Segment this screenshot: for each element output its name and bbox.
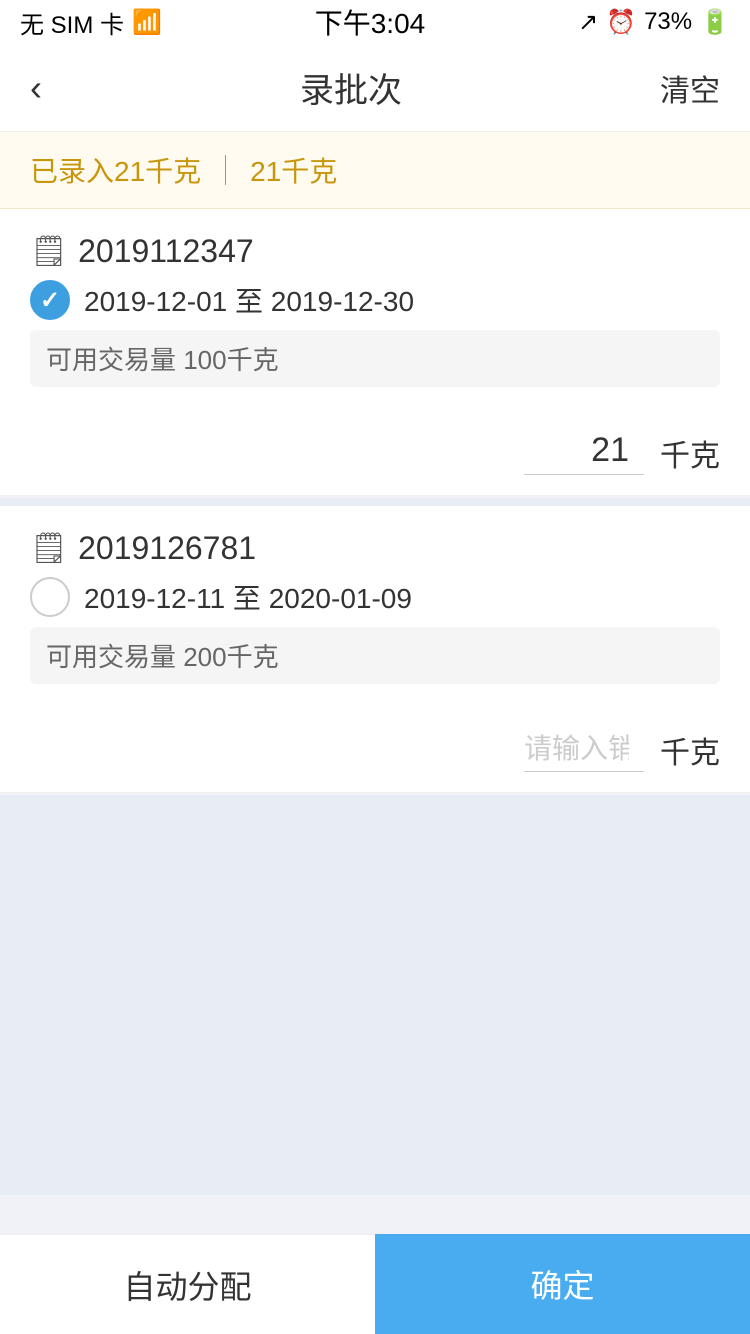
radio-btn-2[interactable] [30,577,70,617]
batch-id-row-1: 🗒 2019112347 [30,233,720,270]
alarm-icon: ⏰ [606,8,636,37]
signal-text: 无 SIM 卡 [20,5,124,40]
batch-date-row-2[interactable]: 2019-12-11 至 2020-01-09 [30,577,720,617]
batch-avail-row-2: 可用交易量 200千克 [30,627,720,684]
batch-date-row-1[interactable]: 2019-12-01 至 2019-12-30 [30,280,720,320]
wifi-icon: 📶 [132,8,162,37]
battery-percent: 73% [644,8,692,36]
batch-date-text-2: 2019-12-11 至 2020-01-09 [84,577,412,617]
quantity-input-2[interactable] [524,728,644,767]
quantity-underline-1 [524,431,644,475]
summary-divider [225,155,226,185]
batch-doc-icon-1: 🗒 [30,234,68,269]
status-bar: 无 SIM 卡 📶 下午3:04 ↗ ⏰ 73% 🔋 [0,0,750,44]
status-right: ↗ ⏰ 73% 🔋 [578,8,730,37]
batch-id-text-1: 2019112347 [78,233,254,270]
quantity-row-1: 千克 [0,411,750,496]
clear-button[interactable]: 清空 [660,66,720,110]
page-title: 录批次 [300,63,402,112]
nav-bar: ‹ 录批次 清空 [0,44,750,132]
battery-icon: 🔋 [700,8,730,37]
batch-doc-icon-2: 🗒 [30,531,68,566]
status-left: 无 SIM 卡 📶 [20,5,162,40]
radio-btn-1[interactable] [30,280,70,320]
batch-card-2: 🗒 2019126781 2019-12-11 至 2020-01-09 可用交… [0,506,750,793]
confirm-button[interactable]: 确定 [375,1234,750,1334]
batch-card-1: 🗒 2019112347 2019-12-01 至 2019-12-30 可用交… [0,209,750,496]
quantity-unit-2: 千克 [660,728,720,772]
status-time: 下午3:04 [315,2,426,42]
batch-id-row-2: 🗒 2019126781 [30,530,720,567]
bottom-bar: 自动分配 确定 [0,1234,750,1334]
auto-distribute-button[interactable]: 自动分配 [0,1234,375,1334]
summary-entered-label: 已录入21千克 [30,150,201,190]
back-button[interactable]: ‹ [30,67,42,109]
quantity-input-1[interactable] [524,431,644,470]
quantity-underline-2 [524,728,644,772]
batch-avail-row-1: 可用交易量 100千克 [30,330,720,387]
batch-date-text-1: 2019-12-01 至 2019-12-30 [84,280,414,320]
summary-banner: 已录入21千克 21千克 [0,132,750,209]
summary-value: 21千克 [250,150,337,190]
quantity-row-2: 千克 [0,708,750,793]
batch-id-text-2: 2019126781 [78,530,256,567]
location-icon: ↗ [578,8,598,37]
quantity-unit-1: 千克 [660,431,720,475]
section-divider-1 [0,498,750,506]
empty-area [0,795,750,1195]
